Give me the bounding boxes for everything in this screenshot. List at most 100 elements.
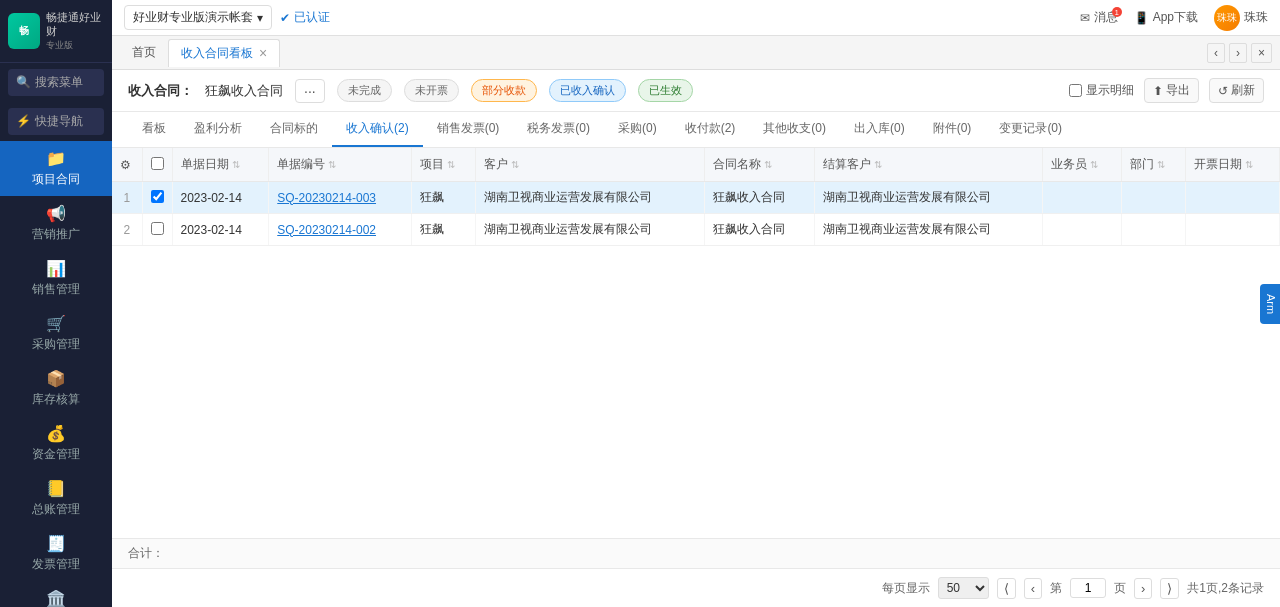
row-salesperson-2 [1042, 214, 1121, 246]
tab-next-button[interactable]: › [1229, 43, 1247, 63]
row-link-2[interactable]: SQ-20230214-002 [277, 223, 376, 237]
chevron-down-icon: ▾ [257, 11, 263, 25]
sidebar-item-marketing[interactable]: 📢 营销推广 [0, 196, 112, 251]
sidebar-item-inventory[interactable]: 📦 库存核算 [0, 361, 112, 416]
tab-attachment[interactable]: 附件(0) [919, 112, 986, 147]
right-panel-hint[interactable]: Arm [1260, 283, 1280, 323]
sidebar-item-tax[interactable]: 🏛️ 税务管理 [0, 581, 112, 607]
verified-badge: ✔ 已认证 [280, 9, 330, 26]
per-page-label: 每页显示 [882, 580, 930, 597]
table-row[interactable]: 2 2023-02-14 SQ-20230214-002 狂飙 湖南卫视商业运营… [112, 214, 1280, 246]
app-download-button[interactable]: 📱 App下载 [1134, 9, 1198, 26]
row-project-2: 狂飙 [412, 214, 476, 246]
col-customer-header[interactable]: 客户⇅ [476, 148, 704, 182]
col-salesperson-header[interactable]: 业务员⇅ [1042, 148, 1121, 182]
row-link-1[interactable]: SQ-20230214-003 [277, 191, 376, 205]
data-table: ⚙ 单据日期⇅ 单据编号⇅ 项目⇅ 客户⇅ 合同名称⇅ 结算客户⇅ 业务员⇅ 部… [112, 148, 1280, 246]
inventory-icon: 📦 [46, 369, 66, 388]
select-all-checkbox[interactable] [151, 157, 164, 170]
tab-other-income[interactable]: 其他收支(0) [749, 112, 840, 147]
tab-warehouse[interactable]: 出入库(0) [840, 112, 919, 147]
sidebar-item-finance[interactable]: 💰 资金管理 [0, 416, 112, 471]
table-row[interactable]: 1 2023-02-14 SQ-20230214-003 狂飙 湖南卫视商业运营… [112, 182, 1280, 214]
tab-close-all-button[interactable]: × [1251, 43, 1272, 63]
status-partial-button[interactable]: 部分收款 [471, 79, 537, 102]
sidebar-item-invoice[interactable]: 🧾 发票管理 [0, 526, 112, 581]
col-settlement-header[interactable]: 结算客户⇅ [814, 148, 1042, 182]
tab-navigation: ‹ › × [1207, 43, 1272, 63]
sidebar-item-sales[interactable]: 📊 销售管理 [0, 251, 112, 306]
col-department-header[interactable]: 部门⇅ [1121, 148, 1185, 182]
sidebar-search-container: 🔍 搜索菜单 [0, 63, 112, 102]
status-effective-button[interactable]: 已生效 [638, 79, 693, 102]
user-profile[interactable]: 珠珠 珠珠 [1214, 5, 1268, 31]
sidebar-item-purchase[interactable]: 🛒 采购管理 [0, 306, 112, 361]
col-project-header[interactable]: 项目⇅ [412, 148, 476, 182]
content-area: 收入合同： 狂飙收入合同 ··· 未完成 未开票 部分收款 已收入确认 已生效 … [112, 70, 1280, 607]
first-page-button[interactable]: ⟨ [997, 578, 1016, 599]
row-checkbox-2[interactable] [151, 222, 164, 235]
company-name: 好业财专业版演示帐套 [133, 9, 253, 26]
col-invoice-date-header[interactable]: 开票日期⇅ [1186, 148, 1280, 182]
tab-income-confirm[interactable]: 收入确认(2) [332, 112, 423, 147]
tax-icon: 🏛️ [46, 589, 66, 607]
sidebar-item-general[interactable]: 📒 总账管理 [0, 471, 112, 526]
pagination: 每页显示 20 50 100 ⟨ ‹ 第 页 › ⟩ 共1页,2条记录 [112, 568, 1280, 607]
company-selector[interactable]: 好业财专业版演示帐套 ▾ [124, 5, 272, 30]
tab-purchase[interactable]: 采购(0) [604, 112, 671, 147]
quick-nav-label: 快捷导航 [35, 113, 83, 130]
refresh-label: 刷新 [1231, 82, 1255, 99]
status-uninvoiced-button[interactable]: 未开票 [404, 79, 459, 102]
col-contract-header[interactable]: 合同名称⇅ [704, 148, 814, 182]
status-incomplete-button[interactable]: 未完成 [337, 79, 392, 102]
username-label: 珠珠 [1244, 9, 1268, 26]
tab-payment[interactable]: 收付款(2) [671, 112, 750, 147]
row-settlement-2: 湖南卫视商业运营发展有限公司 [814, 214, 1042, 246]
export-button[interactable]: ⬆ 导出 [1144, 78, 1199, 103]
refresh-button[interactable]: ↺ 刷新 [1209, 78, 1264, 103]
prev-page-button[interactable]: ‹ [1024, 578, 1042, 599]
row-check-1 [142, 182, 172, 214]
main-area: 好业财专业版演示帐套 ▾ ✔ 已认证 ✉ 1 消息 📱 App下载 珠珠 珠珠 … [112, 0, 1280, 607]
quick-nav-button[interactable]: ⚡ 快捷导航 [8, 108, 104, 135]
last-page-button[interactable]: ⟩ [1160, 578, 1179, 599]
col-settings[interactable]: ⚙ [112, 148, 142, 182]
tab-prev-button[interactable]: ‹ [1207, 43, 1225, 63]
tab-close-button[interactable]: × [259, 45, 267, 61]
status-confirmed-button[interactable]: 已收入确认 [549, 79, 626, 102]
display-detail-toggle[interactable]: 显示明细 [1069, 82, 1134, 99]
home-tab[interactable]: 首页 [120, 38, 168, 67]
search-menu-button[interactable]: 🔍 搜索菜单 [8, 69, 104, 96]
sidebar-item-label: 库存核算 [32, 391, 80, 408]
col-date-header[interactable]: 单据日期⇅ [172, 148, 269, 182]
page-input[interactable] [1070, 578, 1106, 598]
sidebar-item-project[interactable]: 📁 项目合同 [0, 141, 112, 196]
message-button[interactable]: ✉ 1 消息 [1080, 9, 1118, 26]
row-settlement-1: 湖南卫视商业运营发展有限公司 [814, 182, 1042, 214]
col-number-header[interactable]: 单据编号⇅ [269, 148, 412, 182]
sidebar-logo: 畅 畅捷通好业财 专业版 [0, 0, 112, 63]
data-table-container: ⚙ 单据日期⇅ 单据编号⇅ 项目⇅ 客户⇅ 合同名称⇅ 结算客户⇅ 业务员⇅ 部… [112, 148, 1280, 538]
tab-sales-invoice[interactable]: 销售发票(0) [423, 112, 514, 147]
next-page-button[interactable]: › [1134, 578, 1152, 599]
tab-tax-invoice[interactable]: 税务发票(0) [513, 112, 604, 147]
display-detail-label: 显示明细 [1086, 82, 1134, 99]
app-icon: 📱 [1134, 11, 1149, 25]
sidebar-item-label: 发票管理 [32, 556, 80, 573]
sort-number-icon: ⇅ [328, 159, 336, 170]
tab-profit[interactable]: 盈利分析 [180, 112, 256, 147]
logo-icon: 畅 [8, 13, 40, 49]
sort-customer-icon: ⇅ [511, 159, 519, 170]
tab-subject[interactable]: 合同标的 [256, 112, 332, 147]
search-icon: 🔍 [16, 75, 31, 89]
display-detail-checkbox[interactable] [1069, 84, 1082, 97]
active-tab[interactable]: 收入合同看板 × [168, 39, 280, 67]
sort-invoice-date-icon: ⇅ [1245, 159, 1253, 170]
tab-change-log[interactable]: 变更记录(0) [985, 112, 1076, 147]
per-page-select[interactable]: 20 50 100 [938, 577, 989, 599]
row-checkbox-1[interactable] [151, 190, 164, 203]
tab-kanban[interactable]: 看板 [128, 112, 180, 147]
row-check-2 [142, 214, 172, 246]
verified-label: 已认证 [294, 9, 330, 26]
more-button[interactable]: ··· [295, 79, 325, 103]
